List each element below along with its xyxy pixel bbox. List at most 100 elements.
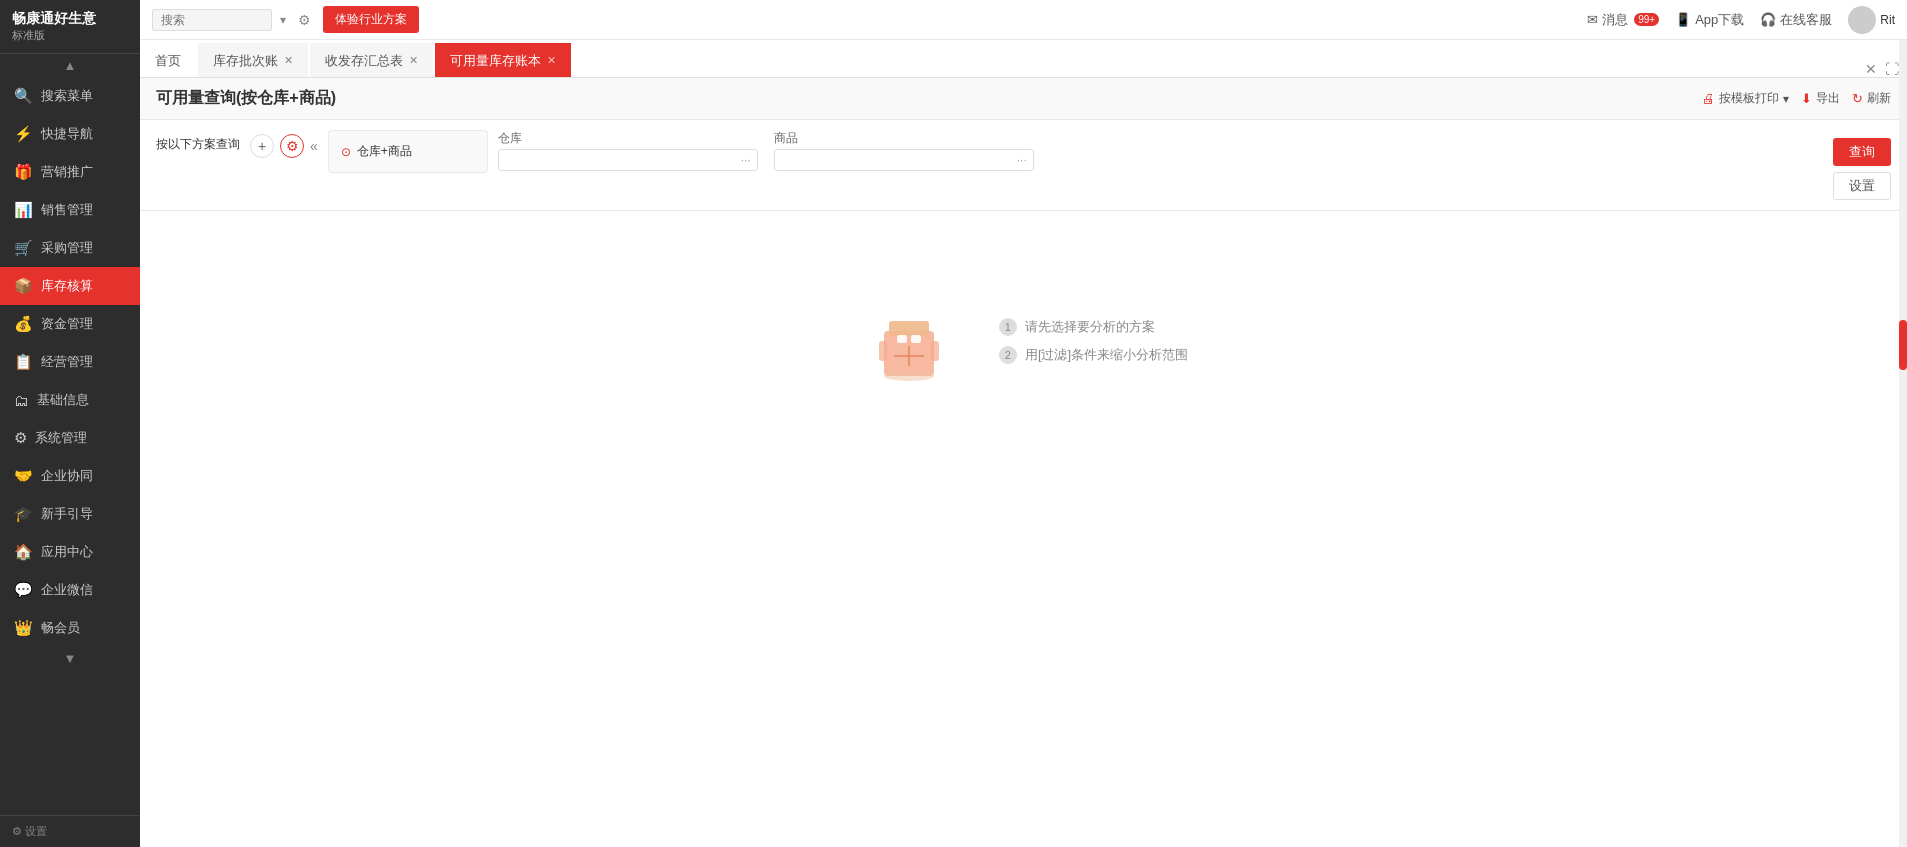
tab-close-all-button[interactable]: ✕ (1865, 61, 1877, 77)
warehouse-input[interactable] (505, 153, 737, 167)
app-download-button[interactable]: 📱 App下载 (1675, 11, 1744, 29)
user-profile[interactable]: Rit (1848, 6, 1895, 34)
scheme-icon: ⊙ (341, 145, 351, 159)
sidebar-item-inventory[interactable]: 📦 库存核算 (0, 267, 140, 305)
column-settings-button[interactable]: 设置 (1833, 172, 1891, 200)
member-icon: 👑 (14, 619, 33, 637)
edit-scheme-button[interactable]: ⚙ (280, 134, 304, 158)
sidebar-item-guide[interactable]: 🎓 新手引导 (0, 495, 140, 533)
tab-close-icon[interactable]: ✕ (409, 54, 418, 67)
settings-icon[interactable]: ⚙ (298, 12, 311, 28)
inventory-icon: 📦 (14, 277, 33, 295)
sidebar-item-label: 企业微信 (41, 581, 93, 599)
print-button[interactable]: 🖨 按模板打印 ▾ (1702, 90, 1789, 107)
sidebar-item-basics[interactable]: 🗂 基础信息 (0, 381, 140, 419)
sidebar-item-label: 快捷导航 (41, 125, 93, 143)
operations-icon: 📋 (14, 353, 33, 371)
main-area: ▾ ⚙ 体验行业方案 ✉ 消息 99+ 📱 App下载 🎧 在线客服 Rit (140, 0, 1907, 847)
collapse-filter-button[interactable]: « (310, 138, 318, 154)
sidebar-scroll-up[interactable]: ▲ (0, 54, 140, 77)
export-button[interactable]: ⬇ 导出 (1801, 90, 1840, 107)
right-scrollbar[interactable] (1899, 40, 1907, 847)
sidebar-item-member[interactable]: 👑 畅会员 (0, 609, 140, 647)
empty-tips: 1 请先选择要分析的方案 2 用[过滤]条件来缩小分析范围 (999, 318, 1188, 364)
sidebar-item-quick-nav[interactable]: ⚡ 快捷导航 (0, 115, 140, 153)
avatar (1848, 6, 1876, 34)
tip-1-text: 请先选择要分析的方案 (1025, 318, 1155, 336)
page-title: 可用量查询(按仓库+商品) (156, 88, 336, 109)
tab-expand-button[interactable]: ⛶ (1885, 61, 1899, 77)
topbar: ▾ ⚙ 体验行业方案 ✉ 消息 99+ 📱 App下载 🎧 在线客服 Rit (140, 0, 1907, 40)
chevron-down-icon[interactable]: ▾ (280, 13, 286, 27)
sidebar-item-finance[interactable]: 💰 资金管理 (0, 305, 140, 343)
sidebar-item-marketing[interactable]: 🎁 营销推广 (0, 153, 140, 191)
warehouse-field-label: 仓库 (498, 130, 758, 147)
sidebar-item-operations[interactable]: 📋 经营管理 (0, 343, 140, 381)
svg-rect-3 (911, 335, 921, 343)
sidebar-item-system[interactable]: ⚙ 系统管理 (0, 419, 140, 457)
svg-rect-2 (897, 335, 907, 343)
system-icon: ⚙ (14, 429, 27, 447)
add-scheme-button[interactable]: + (250, 134, 274, 158)
purchase-icon: 🛒 (14, 239, 33, 257)
scheme-item-label: 仓库+商品 (357, 143, 412, 160)
tab-close-icon[interactable]: ✕ (284, 54, 293, 67)
page-header: 可用量查询(按仓库+商品) 🖨 按模板打印 ▾ ⬇ 导出 ↻ 刷新 (140, 78, 1907, 120)
tab-available-stock[interactable]: 可用量库存账本 ✕ (435, 43, 571, 77)
message-badge: 99+ (1634, 13, 1659, 26)
sidebar-item-label: 系统管理 (35, 429, 87, 447)
product-field: 商品 ··· (774, 130, 1034, 171)
filter-section: 按以下方案查询 + ⚙ « ⊙ 仓库+商品 仓库 (140, 120, 1907, 211)
warehouse-more-icon[interactable]: ··· (741, 153, 751, 167)
warehouse-input-wrap: ··· (498, 149, 758, 171)
empty-state: 1 请先选择要分析的方案 2 用[过滤]条件来缩小分析范围 (140, 211, 1907, 471)
export-label: 导出 (1816, 90, 1840, 107)
sidebar-item-label: 采购管理 (41, 239, 93, 257)
sidebar-item-label: 应用中心 (41, 543, 93, 561)
tab-home[interactable]: 首页 (140, 43, 196, 77)
basics-icon: 🗂 (14, 392, 29, 409)
sidebar-item-sales[interactable]: 📊 销售管理 (0, 191, 140, 229)
sidebar-item-apps[interactable]: 🏠 应用中心 (0, 533, 140, 571)
app-download-label: App下载 (1695, 11, 1744, 29)
sidebar-item-label: 营销推广 (41, 163, 93, 181)
sidebar-item-collab[interactable]: 🤝 企业协同 (0, 457, 140, 495)
tip-2-text: 用[过滤]条件来缩小分析范围 (1025, 346, 1188, 364)
sidebar-scroll-down[interactable]: ▼ (0, 647, 140, 670)
app-title: 畅康通好生意 (12, 10, 128, 28)
query-actions: 查询 设置 (1817, 130, 1891, 200)
sidebar-bottom-settings[interactable]: ⚙ 设置 (0, 815, 140, 847)
marketing-icon: 🎁 (14, 163, 33, 181)
sidebar-item-purchase[interactable]: 🛒 采购管理 (0, 229, 140, 267)
message-button[interactable]: ✉ 消息 99+ (1587, 11, 1659, 29)
svg-rect-1 (889, 321, 929, 336)
sidebar-item-search[interactable]: 🔍 搜索菜单 (0, 77, 140, 115)
tab-stock-summary[interactable]: 收发存汇总表 ✕ (310, 43, 433, 77)
finance-icon: 💰 (14, 315, 33, 333)
filter-label: 按以下方案查询 (156, 136, 240, 153)
tab-available-stock-label: 可用量库存账本 (450, 52, 541, 70)
refresh-icon: ↻ (1852, 91, 1863, 106)
sidebar-item-label: 畅会员 (41, 619, 80, 637)
message-icon: ✉ (1587, 12, 1598, 27)
product-more-icon[interactable]: ··· (1017, 153, 1027, 167)
filter-actions: + ⚙ « (250, 134, 318, 158)
sidebar-item-label: 新手引导 (41, 505, 93, 523)
sidebar-item-label: 库存核算 (41, 277, 93, 295)
search-input[interactable] (152, 9, 272, 31)
app-subtitle: 标准版 (12, 28, 128, 43)
sidebar-item-wechat[interactable]: 💬 企业微信 (0, 571, 140, 609)
tab-close-icon[interactable]: ✕ (547, 54, 556, 67)
product-input[interactable] (781, 153, 1013, 167)
sales-icon: 📊 (14, 201, 33, 219)
guide-icon: 🎓 (14, 505, 33, 523)
scheme-item[interactable]: ⊙ 仓库+商品 (341, 139, 475, 164)
refresh-button[interactable]: ↻ 刷新 (1852, 90, 1891, 107)
query-button[interactable]: 查询 (1833, 138, 1891, 166)
industry-solution-button[interactable]: 体验行业方案 (323, 6, 419, 33)
scroll-handle (1899, 320, 1907, 370)
tab-inventory-batch[interactable]: 库存批次账 ✕ (198, 43, 308, 77)
online-service-button[interactable]: 🎧 在线客服 (1760, 11, 1832, 29)
sidebar-logo: 畅康通好生意 标准版 (0, 0, 140, 54)
product-field-label: 商品 (774, 130, 1034, 147)
